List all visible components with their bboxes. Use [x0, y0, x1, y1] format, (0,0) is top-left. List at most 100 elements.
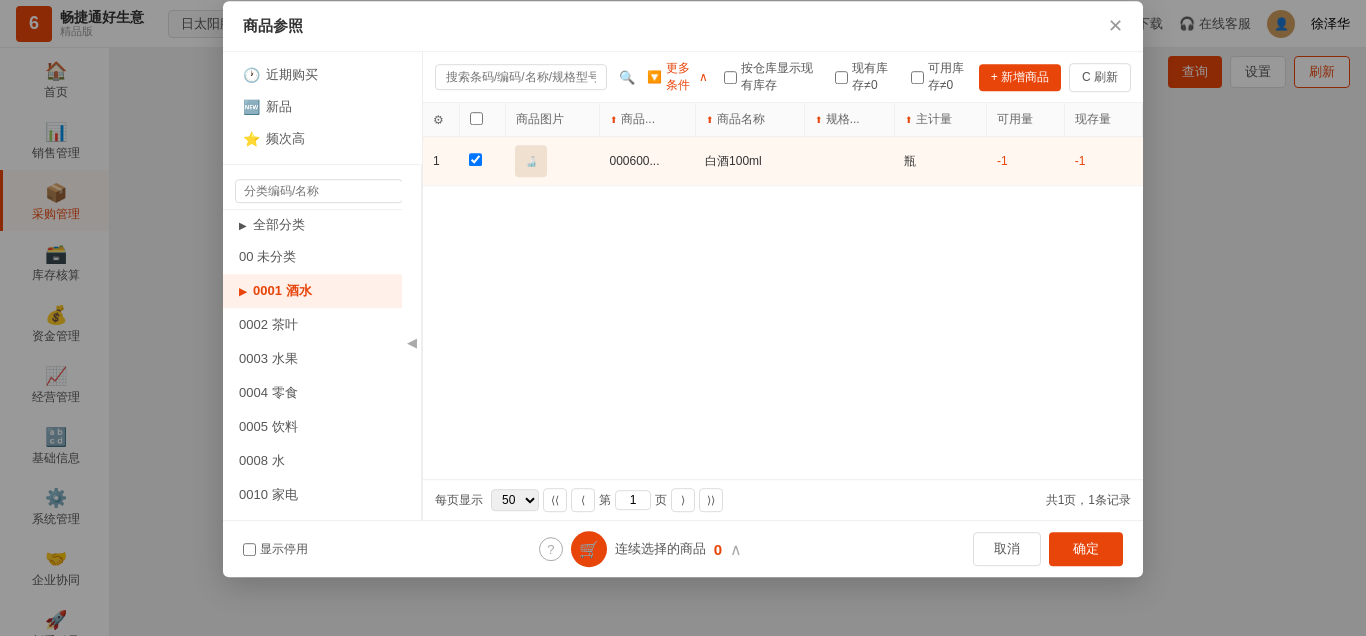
- clock-icon: 🕐: [243, 67, 260, 83]
- refresh-button[interactable]: C 刷新: [1069, 63, 1131, 92]
- cancel-button[interactable]: 取消: [973, 532, 1041, 566]
- modal-body: 🕐 近期购买 🆕 新品 ⭐ 频次高 🔍: [223, 52, 1143, 520]
- modal-header: 商品参照 ✕: [223, 1, 1143, 52]
- category-label-4: 0004 零食: [239, 384, 298, 402]
- collapse-panel-button[interactable]: ◀: [402, 165, 422, 520]
- add-product-button[interactable]: + 新增商品: [979, 64, 1061, 91]
- category-label-3: 0003 水果: [239, 350, 298, 368]
- th-name[interactable]: ⬆ 商品名称: [695, 103, 804, 137]
- product-search-icon[interactable]: 🔍: [619, 70, 635, 85]
- category-label-2: 0002 茶叶: [239, 316, 298, 334]
- category-label-0: 00 未分类: [239, 248, 296, 266]
- checkbox-available[interactable]: [911, 71, 924, 84]
- tab-recent-purchase[interactable]: 🕐 近期购买: [235, 60, 410, 90]
- product-table-container: ⚙ 商品图片 ⬆ 商品...: [423, 103, 1143, 479]
- page-label: 第: [599, 492, 611, 509]
- th-name-label: 商品名称: [717, 111, 765, 128]
- row-check: [459, 137, 505, 186]
- page-total-info: 共1页，1条记录: [1046, 492, 1131, 509]
- selected-label: 连续选择的商品: [615, 540, 706, 558]
- left-panel: 🕐 近期购买 🆕 新品 ⭐ 频次高 🔍: [223, 52, 423, 520]
- help-icon[interactable]: ?: [539, 537, 563, 561]
- row-stock: -1: [1065, 137, 1143, 186]
- category-label-7: 0010 家电: [239, 486, 298, 504]
- category-item-3[interactable]: 0003 水果: [223, 342, 402, 376]
- page-prev-button[interactable]: ⟨: [571, 488, 595, 512]
- checkbox-stock-label: 现有库存≠0: [852, 60, 895, 94]
- th-unit[interactable]: ⬆ 主计量: [894, 103, 987, 137]
- page-first-button[interactable]: ⟨⟨: [543, 488, 567, 512]
- page-next-button[interactable]: ⟩: [671, 488, 695, 512]
- th-code[interactable]: ⬆ 商品...: [599, 103, 695, 137]
- page-number-input[interactable]: [615, 490, 651, 510]
- table-row[interactable]: 1 🍶 000600... 白酒100ml 瓶 -1 -1: [423, 137, 1143, 186]
- tab-new-products[interactable]: 🆕 新品: [235, 92, 410, 122]
- row-checkbox[interactable]: [469, 153, 482, 166]
- th-code-label: 商品...: [621, 111, 655, 128]
- category-all-label: 全部分类: [253, 216, 305, 234]
- category-item-0[interactable]: 00 未分类: [223, 240, 402, 274]
- pagination-bar: 每页显示 50 ⟨⟨ ⟨ 第 页 ⟩ ⟩⟩ 共1页，1条记录: [423, 479, 1143, 520]
- page-size-select[interactable]: 50: [491, 489, 539, 511]
- checkbox-warehouse[interactable]: [724, 71, 737, 84]
- category-item-6[interactable]: 0008 水: [223, 444, 402, 478]
- category-item-7[interactable]: 0010 家电: [223, 478, 402, 512]
- filter-arrow-icon: ∧: [699, 70, 708, 84]
- footer-right: 取消 确定: [973, 532, 1123, 566]
- checkbox-warehouse-group: 按仓库显示现有库存: [724, 60, 819, 94]
- th-unit-label: 主计量: [916, 111, 952, 128]
- category-item-1[interactable]: ▶ 0001 酒水: [223, 274, 402, 308]
- modal-close-button[interactable]: ✕: [1108, 15, 1123, 37]
- confirm-button[interactable]: 确定: [1049, 532, 1123, 566]
- category-search-bar: 🔍: [223, 173, 402, 210]
- product-reference-modal: 商品参照 ✕ 🕐 近期购买 🆕 新品 ⭐ 频次高: [223, 1, 1143, 577]
- checkbox-available-group: 可用库存≠0: [911, 60, 971, 94]
- category-item-5[interactable]: 0005 饮料: [223, 410, 402, 444]
- collapse-icon: ◀: [407, 335, 417, 350]
- right-toolbar: 🔍 🔽 更多条件 ∧ 按仓库显示现有库存 现有库存≠0 可用库存≠0: [423, 52, 1143, 103]
- th-available: 可用量: [987, 103, 1065, 137]
- cart-button[interactable]: 🛒: [571, 531, 607, 567]
- th-available-label: 可用量: [997, 112, 1033, 126]
- checkbox-available-label: 可用库存≠0: [928, 60, 971, 94]
- category-label-5: 0005 饮料: [239, 418, 298, 436]
- checkbox-stock[interactable]: [835, 71, 848, 84]
- right-panel: 🔍 🔽 更多条件 ∧ 按仓库显示现有库存 现有库存≠0 可用库存≠0: [423, 52, 1143, 520]
- collapse-footer-icon[interactable]: ∧: [730, 540, 742, 559]
- tab-recent-label: 近期购买: [266, 66, 318, 84]
- footer-center: ? 🛒 连续选择的商品 0 ∧: [308, 531, 973, 567]
- row-available: -1: [987, 137, 1065, 186]
- sort-name-icon: ⬆: [706, 115, 714, 125]
- left-tabs: 🕐 近期购买 🆕 新品 ⭐ 频次高: [223, 52, 422, 165]
- modal-title: 商品参照: [243, 17, 1108, 36]
- th-checkbox: [459, 103, 505, 137]
- row-name: 白酒100ml: [695, 137, 804, 186]
- select-all-checkbox[interactable]: [470, 112, 483, 125]
- category-search-input[interactable]: [235, 179, 402, 203]
- tab-new-label: 新品: [266, 98, 292, 116]
- category-label-1: 0001 酒水: [253, 282, 312, 300]
- category-all-header[interactable]: ▶ 全部分类: [223, 210, 402, 240]
- row-spec: [804, 137, 894, 186]
- th-spec-label: 规格...: [826, 111, 860, 128]
- category-item-2[interactable]: 0002 茶叶: [223, 308, 402, 342]
- new-icon: 🆕: [243, 99, 260, 115]
- sort-spec-icon: ⬆: [815, 115, 823, 125]
- product-search-input[interactable]: [435, 64, 607, 90]
- th-settings: ⚙: [423, 103, 459, 137]
- row-no: 1: [423, 137, 459, 186]
- settings-col-icon[interactable]: ⚙: [433, 113, 444, 127]
- tab-frequent[interactable]: ⭐ 频次高: [235, 124, 410, 154]
- th-image: 商品图片: [505, 103, 599, 137]
- active-arrow-icon: ▶: [239, 286, 247, 297]
- th-stock-label: 现存量: [1075, 112, 1111, 126]
- category-item-4[interactable]: 0004 零食: [223, 376, 402, 410]
- show-disabled-toggle[interactable]: 显示停用: [243, 541, 308, 558]
- selected-count: 0: [714, 541, 722, 558]
- th-image-label: 商品图片: [516, 111, 564, 128]
- filter-more-button[interactable]: 🔽 更多条件 ∧: [647, 60, 708, 94]
- sort-unit-icon: ⬆: [905, 115, 913, 125]
- show-disabled-checkbox[interactable]: [243, 543, 256, 556]
- th-spec[interactable]: ⬆ 规格...: [804, 103, 894, 137]
- page-last-button[interactable]: ⟩⟩: [699, 488, 723, 512]
